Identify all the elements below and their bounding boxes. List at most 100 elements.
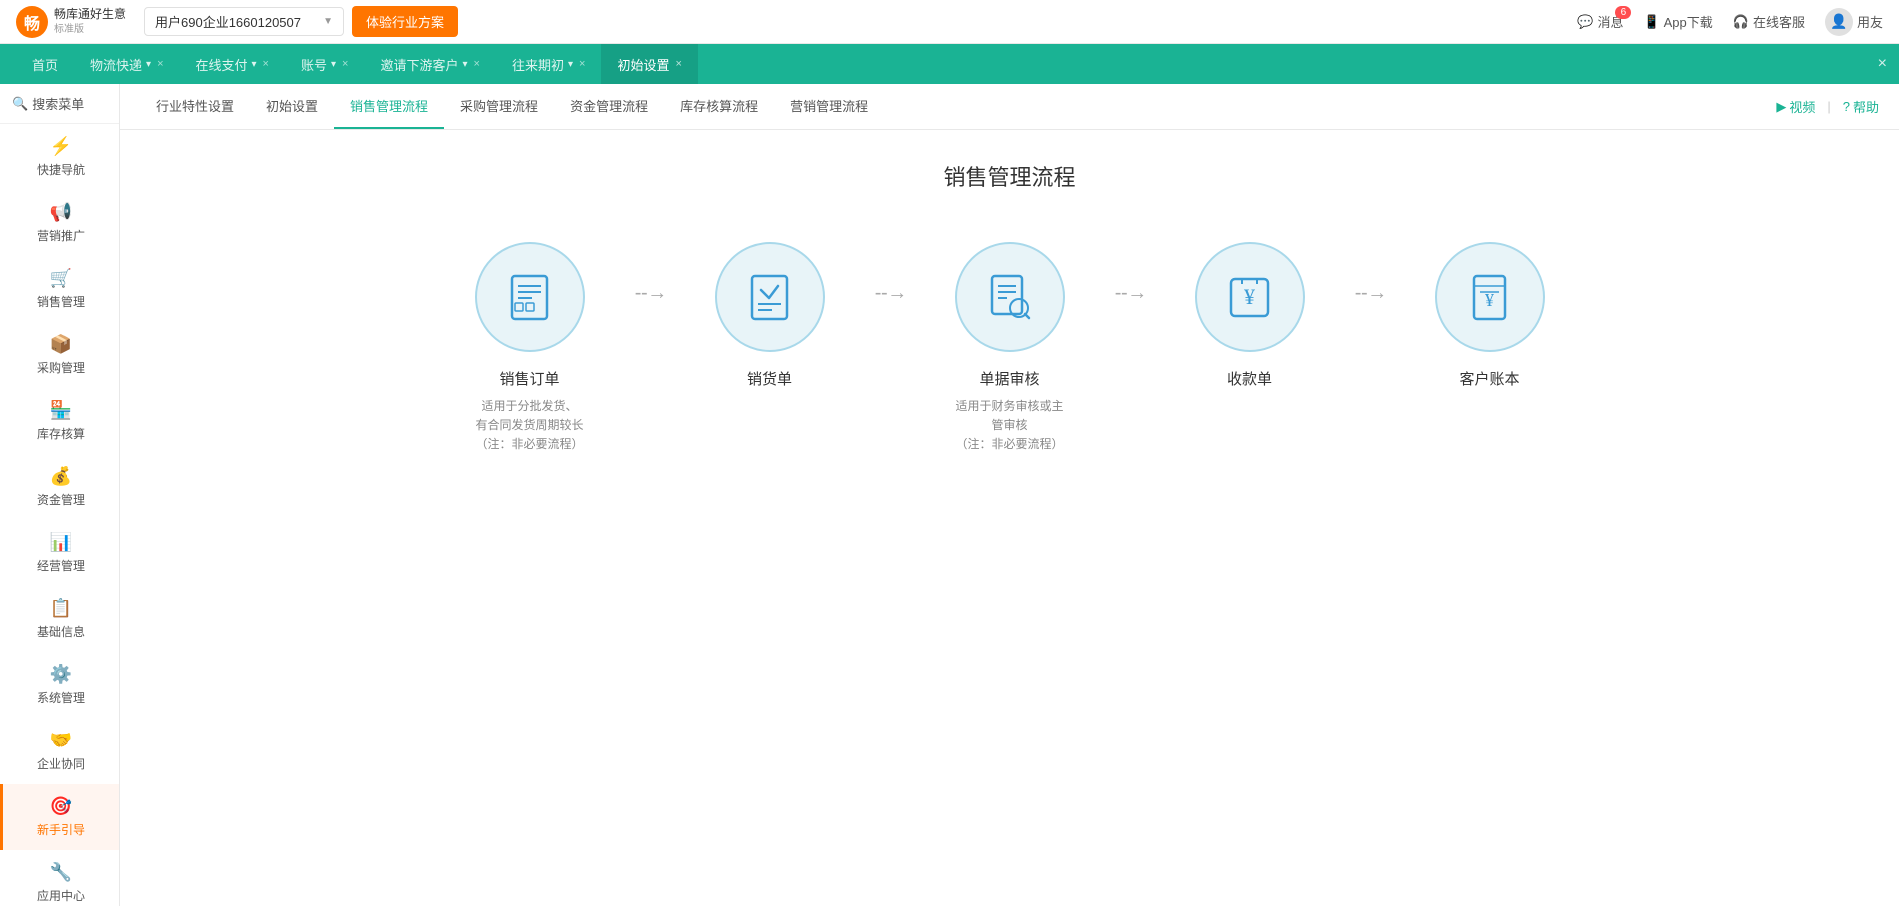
- flow-title: 销售管理流程: [160, 160, 1859, 192]
- step-name-sales-invoice: 销货单: [747, 368, 792, 389]
- flow-step-sales-order[interactable]: 销售订单 适用于分批发货、有合同发货周期较长（注：非必要流程）: [440, 242, 620, 455]
- inventory-icon: 🏪: [50, 400, 72, 421]
- sidebar-item-enterprise[interactable]: 🤝 企业协同: [0, 718, 119, 784]
- search-icon: 🔍: [12, 96, 28, 112]
- tab-close-icon[interactable]: ×: [157, 58, 163, 70]
- search-menu[interactable]: 🔍 搜索菜单: [0, 84, 119, 124]
- flow-circle-audit: [955, 242, 1065, 352]
- flow-step-ledger[interactable]: ¥ 客户账本: [1400, 242, 1580, 397]
- user-selector[interactable]: 用户690企业1660120507 ▼: [144, 7, 344, 36]
- flow-circle-sales-invoice: [715, 242, 825, 352]
- sidebar-item-basic-info[interactable]: 📋 基础信息: [0, 586, 119, 652]
- nav-tab-invite[interactable]: 邀请下游客户 ▾ ×: [364, 44, 495, 84]
- chevron-down-icon: ▼: [323, 16, 333, 27]
- nav-tab-logistics[interactable]: 物流快递 ▾ ×: [74, 44, 179, 84]
- sub-tab-marketing-flow[interactable]: 营销管理流程: [774, 84, 884, 129]
- flow-content: 销售管理流程 销售订单 适用于: [120, 130, 1899, 906]
- basic-info-icon: 📋: [50, 598, 72, 619]
- content-area: 行业特性设置 初始设置 销售管理流程 采购管理流程 资金管理流程 库存核算流程 …: [120, 84, 1899, 906]
- video-link[interactable]: ▶ 视频: [1776, 97, 1815, 116]
- newbie-icon: 🎯: [50, 796, 72, 817]
- step-desc-audit: 适用于财务审核或主管审核（注：非必要流程）: [955, 397, 1063, 455]
- sales-icon: 🛒: [50, 268, 72, 289]
- logo-text: 畅库通好生意 标准版: [54, 7, 126, 36]
- tab-close-icon[interactable]: ×: [675, 58, 681, 70]
- system-icon: ⚙️: [50, 664, 72, 685]
- sub-tab-industry[interactable]: 行业特性设置: [140, 84, 250, 129]
- sub-tab-initial[interactable]: 初始设置: [250, 84, 334, 129]
- logo-area: 畅 畅库通好生意 标准版: [16, 6, 136, 38]
- sidebar-item-newbie[interactable]: 🎯 新手引导: [0, 784, 119, 850]
- sidebar-item-operation[interactable]: 📊 经营管理: [0, 520, 119, 586]
- chevron-down-icon: ▾: [568, 59, 573, 70]
- message-button[interactable]: 💬 消息 6: [1577, 12, 1623, 31]
- message-icon: 💬: [1577, 14, 1593, 30]
- sub-tab-finance-flow[interactable]: 资金管理流程: [554, 84, 664, 129]
- sub-tab-inventory-flow[interactable]: 库存核算流程: [664, 84, 774, 129]
- purchase-icon: 📦: [50, 334, 72, 355]
- step-name-audit: 单据审核: [979, 368, 1039, 389]
- sub-tabs-actions: ▶ 视频 | ? 帮助: [1776, 97, 1879, 116]
- experience-button[interactable]: 体验行业方案: [352, 6, 458, 37]
- chevron-down-icon: ▾: [331, 59, 336, 70]
- tab-close-icon[interactable]: ×: [579, 58, 585, 70]
- flow-circle-receipt: ¥: [1195, 242, 1305, 352]
- nav-tab-home[interactable]: 首页: [16, 44, 74, 84]
- nav-tab-account[interactable]: 账号 ▾ ×: [285, 44, 364, 84]
- nav-tabs-bar: 首页 物流快递 ▾ × 在线支付 ▾ × 账号 ▾ × 邀请下游客户 ▾ × 往…: [0, 44, 1899, 84]
- flow-circle-sales-order: [475, 242, 585, 352]
- main-layout: 🔍 搜索菜单 ⚡ 快捷导航 📢 营销推广 🛒 销售管理 📦 采购管理 🏪 库存核…: [0, 84, 1899, 906]
- nav-tab-initial-setup[interactable]: 初始设置 ×: [601, 44, 697, 84]
- sidebar: 🔍 搜索菜单 ⚡ 快捷导航 📢 营销推广 🛒 销售管理 📦 采购管理 🏪 库存核…: [0, 84, 120, 906]
- flow-arrow-1: - - →: [620, 242, 680, 305]
- header-right: 💬 消息 6 📱 App下载 🎧 在线客服 👤 用友: [1577, 8, 1883, 36]
- tab-close-icon[interactable]: ×: [474, 58, 480, 70]
- sidebar-item-finance[interactable]: 💰 资金管理: [0, 454, 119, 520]
- flow-arrow-2: - - →: [860, 242, 920, 305]
- sidebar-item-purchase[interactable]: 📦 采购管理: [0, 322, 119, 388]
- flow-arrow-4: - - →: [1340, 242, 1400, 305]
- sub-tab-purchase-flow[interactable]: 采购管理流程: [444, 84, 554, 129]
- sidebar-item-marketing[interactable]: 📢 营销推广: [0, 190, 119, 256]
- step-desc-sales-order: 适用于分批发货、有合同发货周期较长（注：非必要流程）: [475, 397, 583, 455]
- sub-tab-sales-flow[interactable]: 销售管理流程: [334, 84, 444, 129]
- sidebar-item-inventory[interactable]: 🏪 库存核算: [0, 388, 119, 454]
- nav-close-button[interactable]: ×: [1878, 55, 1887, 73]
- online-service-button[interactable]: 🎧 在线客服: [1733, 12, 1805, 31]
- quick-nav-icon: ⚡: [50, 136, 72, 157]
- flow-step-receipt[interactable]: ¥ 收款单: [1160, 242, 1340, 397]
- flow-diagram: 销售订单 适用于分批发货、有合同发货周期较长（注：非必要流程） - - →: [160, 242, 1859, 455]
- tab-close-icon[interactable]: ×: [263, 58, 269, 70]
- flow-arrow-3: - - →: [1100, 242, 1160, 305]
- step-name-sales-order: 销售订单: [499, 368, 559, 389]
- sidebar-item-system[interactable]: ⚙️ 系统管理: [0, 652, 119, 718]
- tab-close-icon[interactable]: ×: [342, 58, 348, 70]
- marketing-icon: 📢: [50, 202, 72, 223]
- sidebar-item-quick-nav[interactable]: ⚡ 快捷导航: [0, 124, 119, 190]
- flow-step-audit[interactable]: 单据审核 适用于财务审核或主管审核（注：非必要流程）: [920, 242, 1100, 455]
- app-download-button[interactable]: 📱 App下载: [1643, 12, 1712, 31]
- finance-icon: 💰: [50, 466, 72, 487]
- app-center-icon: 🔧: [50, 862, 72, 883]
- message-badge: 6: [1615, 6, 1631, 19]
- operation-icon: 📊: [50, 532, 72, 553]
- sidebar-item-app-center[interactable]: 🔧 应用中心: [0, 850, 119, 906]
- help-link[interactable]: ? 帮助: [1843, 97, 1879, 116]
- user-menu[interactable]: 👤 用友: [1825, 8, 1883, 36]
- avatar: 👤: [1825, 8, 1853, 36]
- nav-tab-payment[interactable]: 在线支付 ▾ ×: [180, 44, 285, 84]
- help-icon: ?: [1843, 99, 1850, 114]
- step-name-receipt: 收款单: [1227, 368, 1272, 389]
- enterprise-icon: 🤝: [50, 730, 72, 751]
- phone-icon: 📱: [1643, 14, 1659, 30]
- nav-tab-period[interactable]: 往来期初 ▾ ×: [496, 44, 601, 84]
- flow-circle-ledger: ¥: [1435, 242, 1545, 352]
- svg-text:¥: ¥: [1485, 290, 1494, 310]
- chevron-down-icon: ▾: [462, 59, 467, 70]
- sidebar-item-sales[interactable]: 🛒 销售管理: [0, 256, 119, 322]
- flow-step-sales-invoice[interactable]: 销货单: [680, 242, 860, 397]
- header-left: 畅 畅库通好生意 标准版 用户690企业1660120507 ▼ 体验行业方案: [16, 6, 458, 38]
- step-name-ledger: 客户账本: [1459, 368, 1519, 389]
- logo-icon: 畅: [16, 6, 48, 38]
- chevron-down-icon: ▾: [252, 59, 257, 70]
